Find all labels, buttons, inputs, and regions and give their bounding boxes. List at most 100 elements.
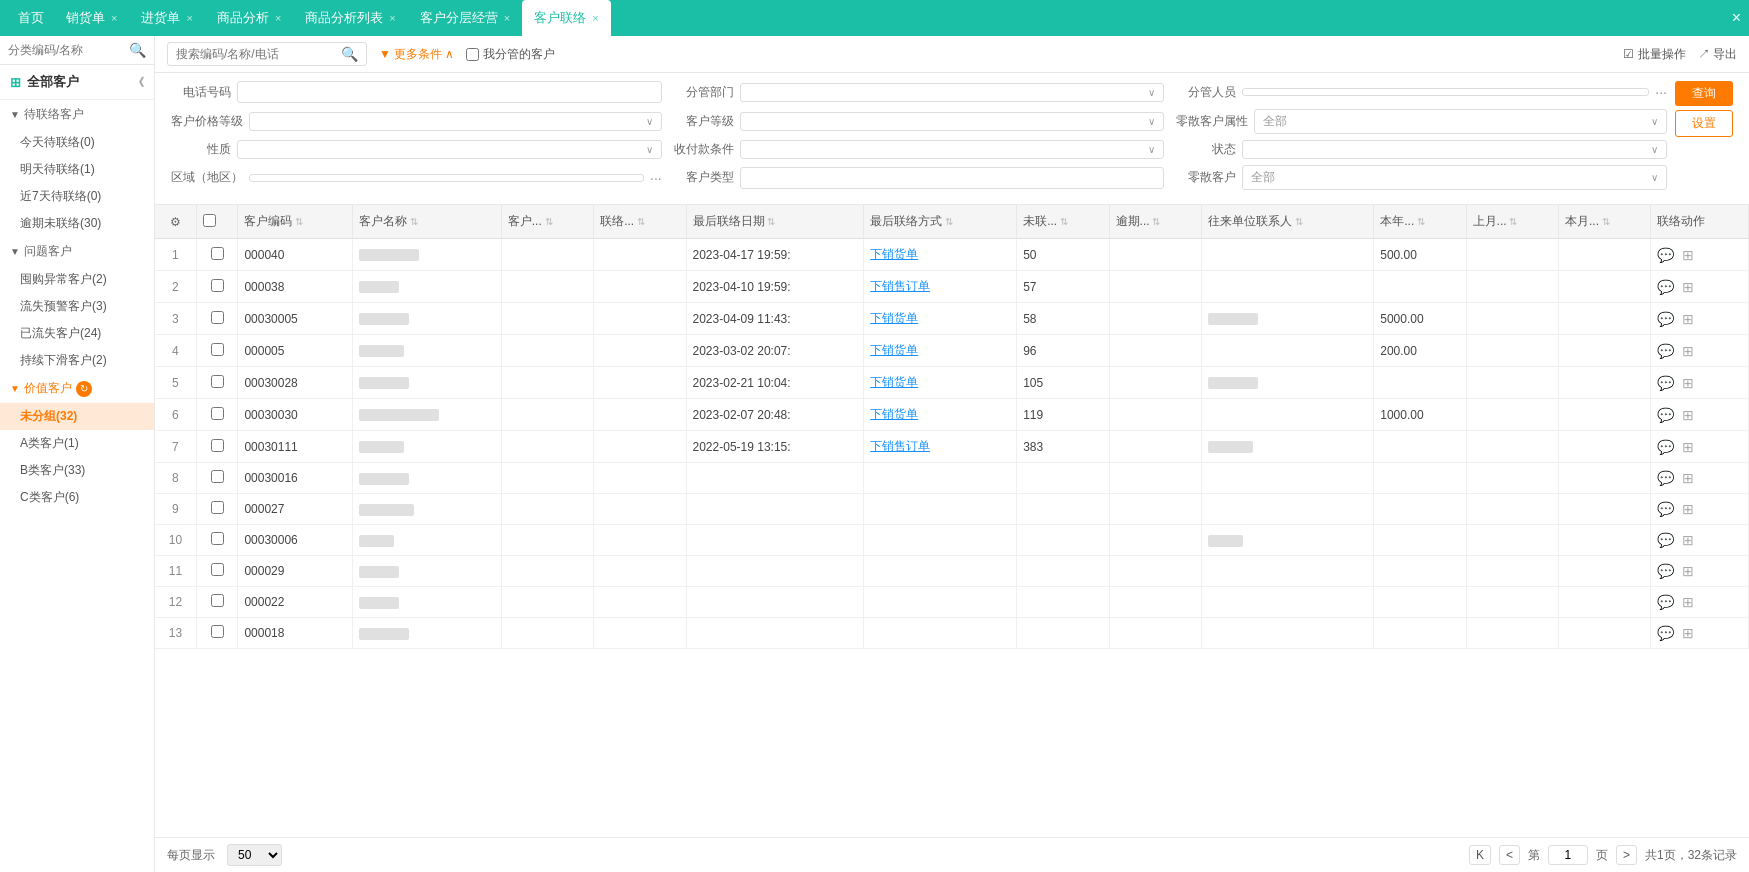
col-contact-person[interactable]: 往来单位联系人 [1201, 205, 1373, 239]
row-select-checkbox[interactable] [211, 247, 224, 260]
customer-level-select[interactable]: ∨ [740, 112, 1165, 131]
row-name[interactable] [353, 525, 502, 556]
close-customer-contact-tab[interactable]: × [592, 12, 598, 24]
sidebar-item-overdue[interactable]: 逾期未联络(30) [0, 210, 154, 237]
row-last-method[interactable]: 下销货单 [864, 303, 1017, 335]
grid-action-icon[interactable]: ⊞ [1682, 375, 1694, 391]
batch-op-button[interactable]: ☑ 批量操作 [1623, 46, 1685, 63]
row-name[interactable] [353, 587, 502, 618]
message-icon[interactable]: 💬 [1657, 375, 1674, 391]
first-page-button[interactable]: K [1469, 845, 1491, 865]
row-name[interactable] [353, 431, 502, 463]
row-last-method[interactable]: 下销售订单 [864, 271, 1017, 303]
sidebar-item-hoard-anomaly[interactable]: 囤购异常客户(2) [0, 266, 154, 293]
message-icon[interactable]: 💬 [1657, 594, 1674, 610]
grid-action-icon[interactable]: ⊞ [1682, 625, 1694, 641]
dept-select[interactable]: ∨ [740, 83, 1165, 102]
row-name[interactable] [353, 494, 502, 525]
sidebar-item-class-b[interactable]: B类客户(33) [0, 457, 154, 484]
row-last-method[interactable]: 下销货单 [864, 367, 1017, 399]
close-customer-segment-tab[interactable]: × [504, 12, 510, 24]
message-icon[interactable]: 💬 [1657, 247, 1674, 263]
col-settings[interactable]: ⚙ [155, 205, 196, 239]
row-name[interactable] [353, 463, 502, 494]
row-last-method[interactable]: 下销货单 [864, 399, 1017, 431]
sidebar-item-churned[interactable]: 已流失客户(24) [0, 320, 154, 347]
sidebar-item-class-a[interactable]: A类客户(1) [0, 430, 154, 457]
grid-action-icon[interactable]: ⊞ [1682, 407, 1694, 423]
tab-customer-segment[interactable]: 客户分层经营 × [408, 0, 522, 36]
col-this-month[interactable]: 本月... [1558, 205, 1650, 239]
retail-attr-select[interactable]: 全部 ∨ [1254, 109, 1667, 134]
close-sales-tab[interactable]: × [111, 12, 117, 24]
message-icon[interactable]: 💬 [1657, 625, 1674, 641]
tab-purchase[interactable]: 进货单 × [129, 0, 204, 36]
message-icon[interactable]: 💬 [1657, 311, 1674, 327]
payment-select[interactable]: ∨ [740, 140, 1165, 159]
row-name[interactable] [353, 618, 502, 649]
sidebar-section-problem[interactable]: ▼ 问题客户 [0, 237, 154, 266]
sidebar-item-declining[interactable]: 持续下滑客户(2) [0, 347, 154, 374]
page-input[interactable] [1548, 845, 1588, 865]
sidebar-item-ungroup[interactable]: 未分组(32) [0, 403, 154, 430]
row-last-method[interactable]: 下销货单 [864, 335, 1017, 367]
row-name[interactable] [353, 556, 502, 587]
row-name[interactable] [353, 399, 502, 431]
message-icon[interactable]: 💬 [1657, 407, 1674, 423]
close-product-list-tab[interactable]: × [389, 12, 395, 24]
row-select-checkbox[interactable] [211, 563, 224, 576]
sidebar-section-pending[interactable]: ▼ 待联络客户 [0, 100, 154, 129]
grid-action-icon[interactable]: ⊞ [1682, 532, 1694, 548]
grid-action-icon[interactable]: ⊞ [1682, 279, 1694, 295]
message-icon[interactable]: 💬 [1657, 563, 1674, 579]
nav-home[interactable]: 首页 [8, 9, 54, 27]
grid-action-icon[interactable]: ⊞ [1682, 343, 1694, 359]
close-purchase-tab[interactable]: × [186, 12, 192, 24]
row-last-method[interactable] [864, 525, 1017, 556]
reset-button[interactable]: 设置 [1675, 110, 1733, 137]
row-select-checkbox[interactable] [211, 532, 224, 545]
next-page-button[interactable]: > [1616, 845, 1637, 865]
tab-sales[interactable]: 销货单 × [54, 0, 129, 36]
row-last-method[interactable] [864, 463, 1017, 494]
sidebar-item-7days[interactable]: 近7天待联络(0) [0, 183, 154, 210]
col-last-date[interactable]: 最后联络日期 [686, 205, 864, 239]
row-select-checkbox[interactable] [211, 311, 224, 324]
row-select-checkbox[interactable] [211, 439, 224, 452]
message-icon[interactable]: 💬 [1657, 343, 1674, 359]
row-name[interactable] [353, 367, 502, 399]
row-name[interactable] [353, 239, 502, 271]
search-input[interactable] [176, 47, 341, 61]
prev-page-button[interactable]: < [1499, 845, 1520, 865]
col-overdue[interactable]: 逾期... [1109, 205, 1201, 239]
message-icon[interactable]: 💬 [1657, 501, 1674, 517]
tab-customer-contact[interactable]: 客户联络 × [522, 0, 610, 36]
row-select-checkbox[interactable] [211, 594, 224, 607]
row-last-method[interactable] [864, 618, 1017, 649]
row-select-checkbox[interactable] [211, 501, 224, 514]
row-last-method[interactable] [864, 587, 1017, 618]
sidebar-search-icon[interactable]: 🔍 [129, 42, 146, 58]
sidebar-all-customers[interactable]: ⊞ 全部客户 《 [0, 65, 154, 100]
col-not-contacted[interactable]: 未联... [1017, 205, 1109, 239]
region-select[interactable] [249, 174, 644, 182]
row-select-checkbox[interactable] [211, 279, 224, 292]
message-icon[interactable]: 💬 [1657, 470, 1674, 486]
grid-action-icon[interactable]: ⊞ [1682, 501, 1694, 517]
retail-customer-select[interactable]: 全部 ∨ [1242, 165, 1667, 190]
row-last-method[interactable] [864, 556, 1017, 587]
row-last-method[interactable]: 下销货单 [864, 239, 1017, 271]
grid-action-icon[interactable]: ⊞ [1682, 594, 1694, 610]
select-all-checkbox[interactable] [203, 214, 216, 227]
row-name[interactable] [353, 335, 502, 367]
row-select-checkbox[interactable] [211, 470, 224, 483]
more-dots-icon[interactable]: ··· [1655, 84, 1667, 100]
sidebar-item-tomorrow[interactable]: 明天待联络(1) [0, 156, 154, 183]
my-customers-checkbox[interactable] [466, 48, 479, 61]
phone-input[interactable] [237, 81, 662, 103]
sidebar-item-churn-warning[interactable]: 流失预警客户(3) [0, 293, 154, 320]
message-icon[interactable]: 💬 [1657, 279, 1674, 295]
row-select-checkbox[interactable] [211, 375, 224, 388]
col-code[interactable]: 客户编码 [238, 205, 353, 239]
search-button[interactable]: 查询 [1675, 81, 1733, 106]
